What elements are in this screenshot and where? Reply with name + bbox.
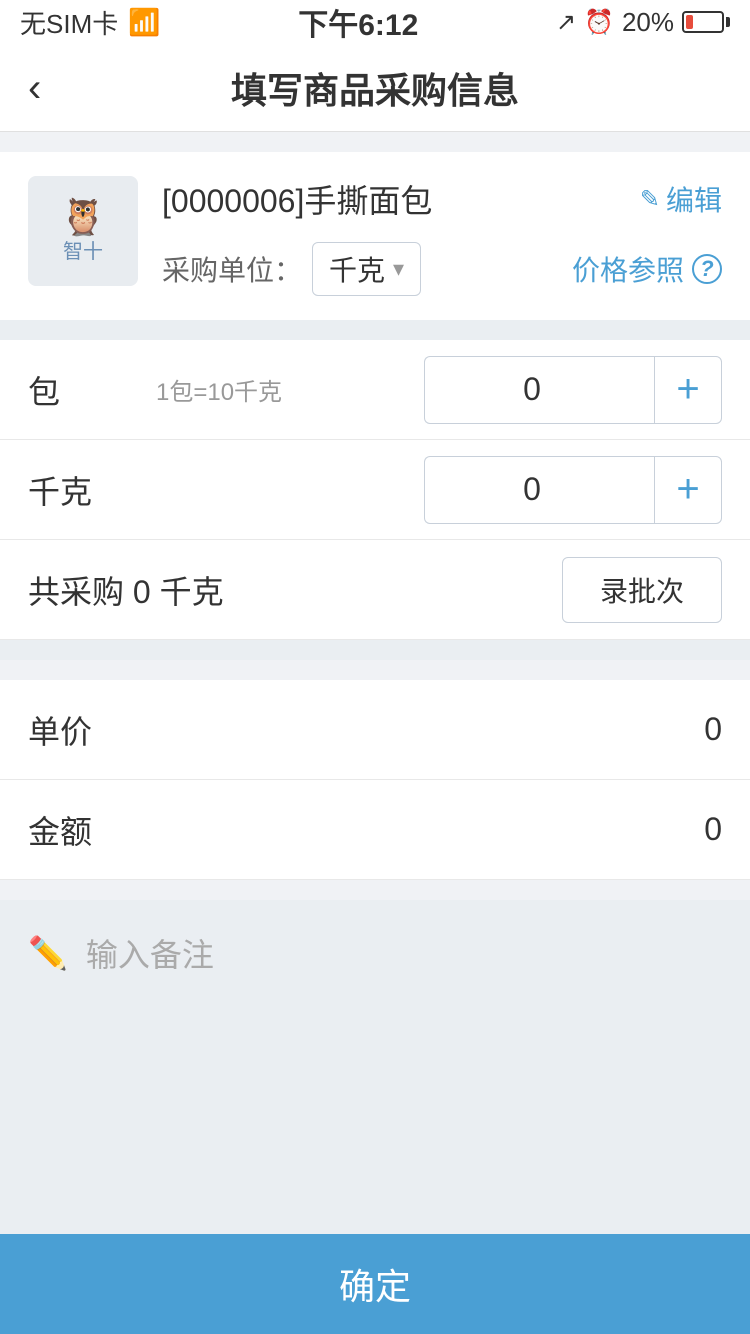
price-ref-label: 价格参照: [572, 249, 684, 289]
product-name-row: [0000006]手撕面包 ✎ 编辑: [162, 176, 722, 222]
info-icon: ?: [692, 254, 722, 284]
kg-input-group: +: [424, 456, 722, 524]
unit-value: 千克: [329, 249, 385, 289]
unit-selector[interactable]: 千克 ▾: [312, 242, 421, 296]
edit-icon: ✎: [640, 185, 660, 214]
bag-label: 包: [28, 367, 148, 413]
kg-row: 千克 +: [0, 440, 750, 540]
summary-value: 0: [133, 574, 151, 610]
amount-value: 0: [704, 811, 722, 848]
battery-icon: [682, 11, 730, 33]
price-label: 单价: [28, 707, 92, 753]
bag-input[interactable]: [424, 356, 654, 424]
confirm-button[interactable]: 确定: [0, 1234, 750, 1334]
bag-row: 包 1包=10千克 +: [0, 340, 750, 440]
product-card: 🦉 智十 [0000006]手撕面包 ✎ 编辑 采购单位： 千克 ▾ 价格参照 …: [0, 152, 750, 320]
page-title: 填写商品采购信息: [231, 62, 519, 114]
nav-bar: ‹ 填写商品采购信息: [0, 44, 750, 132]
summary-text: 共采购 0 千克: [28, 567, 224, 613]
edit-label: 编辑: [666, 179, 722, 219]
product-info: [0000006]手撕面包 ✎ 编辑 采购单位： 千克 ▾ 价格参照 ?: [162, 176, 722, 296]
product-thumbnail: 🦉 智十: [28, 176, 138, 286]
carrier-text: 无SIM卡: [20, 4, 118, 41]
summary-row: 共采购 0 千克 录批次: [0, 540, 750, 640]
detail-section: 单价 0 金额 0: [0, 680, 750, 880]
kg-label: 千克: [28, 467, 148, 513]
location-icon: ↗: [556, 8, 576, 37]
kg-plus-button[interactable]: +: [654, 456, 722, 524]
bag-sublabel: 1包=10千克: [156, 372, 424, 407]
bag-input-group: +: [424, 356, 722, 424]
pencil-icon: ✏️: [28, 934, 68, 972]
chevron-down-icon: ▾: [393, 256, 404, 282]
bag-plus-button[interactable]: +: [654, 356, 722, 424]
separator-1: [0, 320, 750, 340]
product-name: [0000006]手撕面包: [162, 176, 432, 222]
status-indicators: ↗ ⏰ 20%: [556, 7, 730, 38]
alarm-icon: ⏰: [584, 8, 614, 37]
amount-row: 金额 0: [0, 780, 750, 880]
price-value: 0: [704, 711, 722, 748]
status-bar: 无SIM卡 📶 下午6:12 ↗ ⏰ 20%: [0, 0, 750, 44]
remark-section[interactable]: ✏️ 输入备注: [0, 900, 750, 1006]
amount-label: 金额: [28, 807, 92, 853]
wifi-icon: 📶: [128, 7, 160, 38]
owl-logo: 🦉: [61, 199, 106, 235]
battery-percent: 20%: [622, 7, 674, 38]
brand-text: 智十: [61, 235, 106, 264]
kg-input[interactable]: [424, 456, 654, 524]
price-ref-button[interactable]: 价格参照 ?: [572, 249, 722, 289]
back-button[interactable]: ‹: [28, 68, 41, 108]
price-row: 单价 0: [0, 680, 750, 780]
separator-2: [0, 640, 750, 660]
remark-placeholder: 输入备注: [86, 930, 214, 976]
batch-button[interactable]: 录批次: [562, 557, 722, 623]
edit-button[interactable]: ✎ 编辑: [640, 179, 722, 219]
status-time: 下午6:12: [298, 0, 418, 44]
status-carrier: 无SIM卡 📶: [20, 4, 161, 41]
input-section: 包 1包=10千克 + 千克 + 共采购 0 千克 录批次: [0, 340, 750, 640]
unit-label: 采购单位：: [162, 249, 302, 289]
unit-row: 采购单位： 千克 ▾ 价格参照 ?: [162, 242, 722, 296]
